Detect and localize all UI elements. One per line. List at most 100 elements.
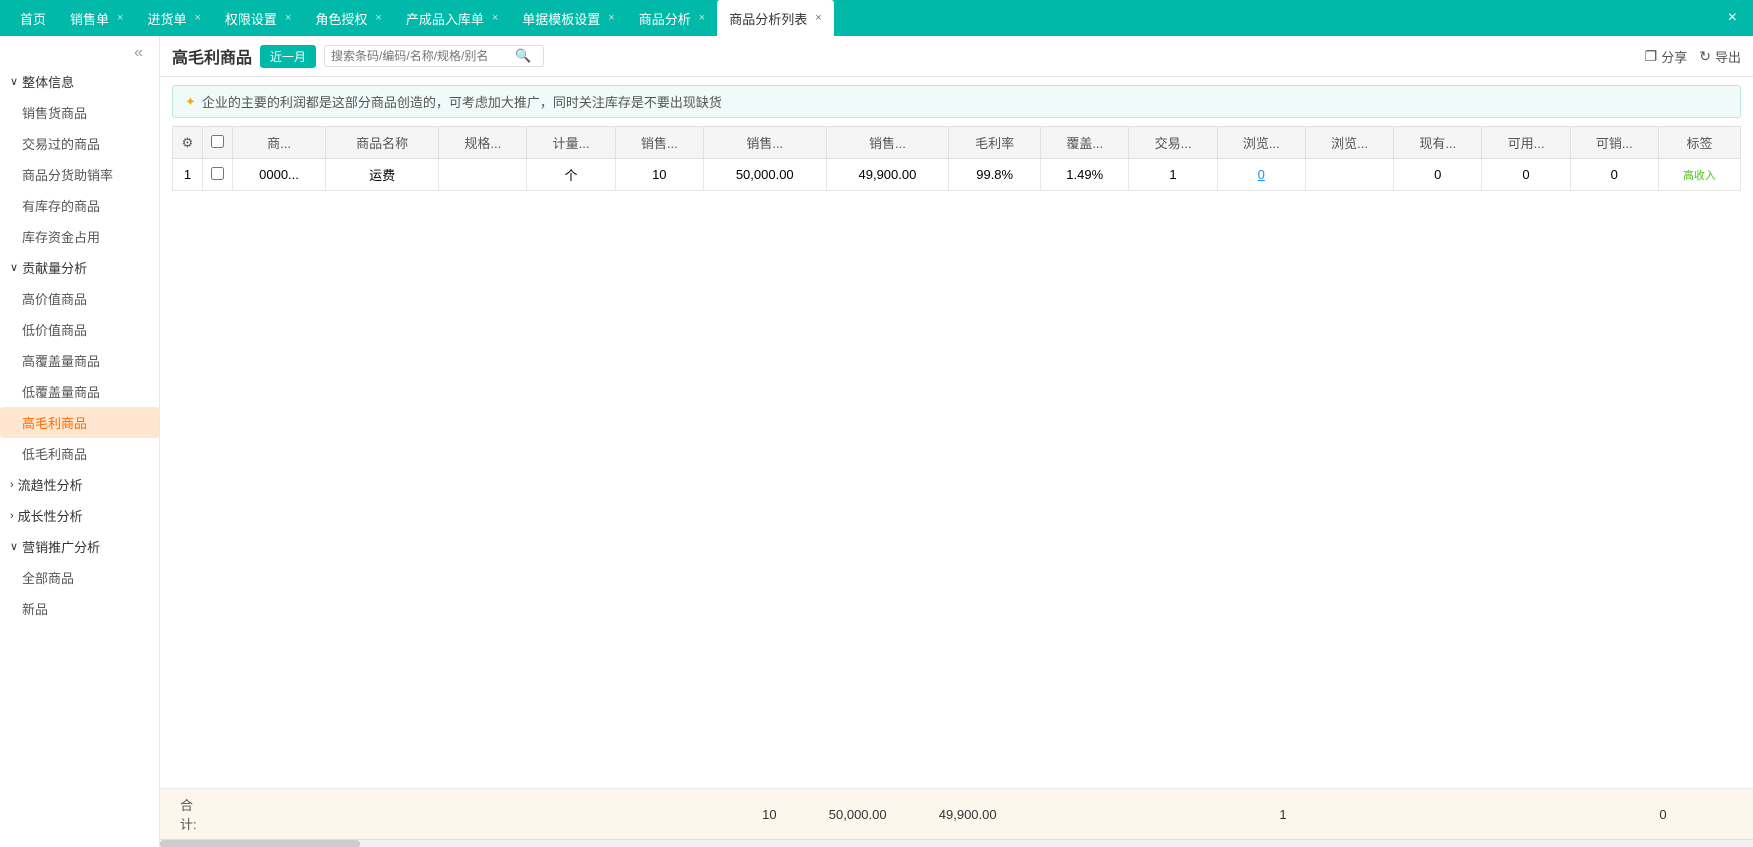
page-title: 高毛利商品 (172, 44, 252, 68)
sidebar-item-stock-capital[interactable]: 库存资金占用 (0, 221, 159, 252)
nav-tab-permission[interactable]: 权限设置 × (213, 0, 303, 36)
col-name: 商品名称 (326, 127, 439, 159)
row-stock-avail: 0 (1482, 159, 1570, 191)
header-actions: ❐ 分享 ↻ 导出 (1645, 47, 1741, 66)
footer-label: 合计: (180, 795, 197, 833)
sidebar-item-sales-rate[interactable]: 商品分货助销率 (0, 159, 159, 190)
sidebar-item-traded-goods[interactable]: 交易过的商品 (0, 128, 159, 159)
row-sales-qty: 10 (615, 159, 703, 191)
top-nav: 首页 销售单 × 进货单 × 权限设置 × 角色授权 × 产成品入库单 × 单据… (0, 0, 1753, 36)
sidebar-item-sales-goods[interactable]: 销售货商品 (0, 97, 159, 128)
row-unit: 个 (527, 159, 615, 191)
share-button[interactable]: ❐ 分享 (1645, 47, 1688, 66)
sidebar-item-low-coverage[interactable]: 低覆盖量商品 (0, 376, 159, 407)
row-sales-amount: 50,000.00 (703, 159, 826, 191)
row-index: 1 (173, 159, 203, 191)
export-button[interactable]: ↻ 导出 (1699, 47, 1741, 66)
scrollbar-thumb[interactable] (160, 840, 360, 847)
search-input[interactable] (331, 49, 511, 63)
chevron-down-icon: ∨ (10, 261, 18, 274)
table-row: 1 0000... 运费 个 10 50,000.00 49,900.00 99… (173, 159, 1741, 191)
sidebar-item-high-value[interactable]: 高价值商品 (0, 283, 159, 314)
col-coverage: 覆盖... (1041, 127, 1129, 159)
col-settings[interactable]: ⚙ (173, 127, 203, 159)
nav-tab-purchase[interactable]: 进货单 × (135, 0, 212, 36)
col-unit: 计量... (527, 127, 615, 159)
horizontal-scrollbar[interactable] (160, 839, 1753, 847)
sidebar-group-trend[interactable]: › 流趋性分析 (0, 469, 159, 500)
col-trade: 交易... (1129, 127, 1217, 159)
row-tag: 高收入 (1658, 159, 1740, 191)
tag-badge: 高收入 (1683, 170, 1716, 182)
data-table: ⚙ 商... 商品名称 规格... 计量... 销售... 销售... 销售..… (172, 126, 1741, 191)
close-icon[interactable]: × (815, 12, 821, 24)
col-stock-now: 现有... (1394, 127, 1482, 159)
row-spec (439, 159, 527, 191)
close-icon[interactable]: × (117, 12, 123, 24)
row-name: 运费 (326, 159, 439, 191)
sidebar-collapse-button[interactable]: « (126, 44, 151, 62)
sidebar-item-high-margin[interactable]: 高毛利商品 (0, 407, 159, 438)
footer-stock-sale: 0 (1697, 807, 1753, 822)
share-icon: ❐ (1645, 48, 1658, 65)
close-icon[interactable]: × (608, 12, 614, 24)
sidebar-item-new-goods[interactable]: 新品 (0, 593, 159, 624)
col-browse2: 浏览... (1305, 127, 1393, 159)
footer-trade: 1 (1207, 807, 1287, 822)
content-area: 高毛利商品 近一月 🔍 ❐ 分享 ↻ 导出 ✦ 企业的主要的利润都是这部分商品创… (160, 36, 1753, 847)
sidebar-item-low-margin[interactable]: 低毛利商品 (0, 438, 159, 469)
nav-tab-template[interactable]: 单据模板设置 × (510, 0, 626, 36)
nav-tab-inbound[interactable]: 产成品入库单 × (394, 0, 510, 36)
nav-tab-role[interactable]: 角色授权 × (303, 0, 393, 36)
row-sales-net: 49,900.00 (826, 159, 949, 191)
close-icon[interactable]: × (194, 12, 200, 24)
chevron-down-icon: ∨ (10, 540, 18, 553)
row-trade: 1 (1129, 159, 1217, 191)
row-code: 0000... (233, 159, 326, 191)
close-icon[interactable]: × (699, 12, 705, 24)
sidebar-item-low-value[interactable]: 低价值商品 (0, 314, 159, 345)
close-all-tabs-button[interactable]: × (1720, 9, 1745, 27)
nav-tab-home[interactable]: 首页 (8, 0, 58, 36)
col-sales-amount: 销售... (703, 127, 826, 159)
col-stock-avail: 可用... (1482, 127, 1570, 159)
main-layout: « ∨ 整体信息 销售货商品 交易过的商品 商品分货助销率 有库存的商品 库存资… (0, 36, 1753, 847)
close-icon[interactable]: × (285, 12, 291, 24)
footer-sales-amount: 50,000.00 (807, 807, 887, 822)
chevron-right-icon: › (10, 510, 14, 522)
sidebar-item-all-goods[interactable]: 全部商品 (0, 562, 159, 593)
sidebar: « ∨ 整体信息 销售货商品 交易过的商品 商品分货助销率 有库存的商品 库存资… (0, 36, 160, 847)
col-spec: 规格... (439, 127, 527, 159)
row-browse1[interactable]: 0 (1217, 159, 1305, 191)
table-header-row: ⚙ 商... 商品名称 规格... 计量... 销售... 销售... 销售..… (173, 127, 1741, 159)
row-checkbox[interactable] (211, 167, 224, 180)
row-browse2 (1305, 159, 1393, 191)
nav-tab-analysis-list[interactable]: 商品分析列表 × (717, 0, 833, 36)
close-icon[interactable]: × (375, 12, 381, 24)
nav-tab-analysis[interactable]: 商品分析 × (627, 0, 717, 36)
period-button[interactable]: 近一月 (260, 45, 316, 68)
select-all-checkbox[interactable] (211, 135, 224, 148)
content-spacer (160, 457, 1753, 788)
footer-stock-avail: 0 (1587, 807, 1667, 822)
col-checkbox[interactable] (203, 127, 233, 159)
info-icon: ✦ (185, 94, 196, 110)
row-checkbox-cell[interactable] (203, 159, 233, 191)
row-stock-sale: 0 (1570, 159, 1658, 191)
sidebar-group-growth[interactable]: › 成长性分析 (0, 500, 159, 531)
sidebar-group-contribution[interactable]: ∨ 贡献量分析 (0, 252, 159, 283)
sidebar-group-overall[interactable]: ∨ 整体信息 (0, 66, 159, 97)
sidebar-item-in-stock[interactable]: 有库存的商品 (0, 190, 159, 221)
col-browse1: 浏览... (1217, 127, 1305, 159)
search-icon[interactable]: 🔍 (515, 48, 531, 64)
footer-sales-net: 49,900.00 (917, 807, 997, 822)
col-sales-net: 销售... (826, 127, 949, 159)
sidebar-group-marketing[interactable]: ∨ 营销推广分析 (0, 531, 159, 562)
col-sales-qty: 销售... (615, 127, 703, 159)
nav-tab-sales[interactable]: 销售单 × (58, 0, 135, 36)
sidebar-item-high-coverage[interactable]: 高覆盖量商品 (0, 345, 159, 376)
row-stock-now: 0 (1394, 159, 1482, 191)
row-gross-rate: 99.8% (949, 159, 1041, 191)
close-icon[interactable]: × (492, 12, 498, 24)
row-coverage: 1.49% (1041, 159, 1129, 191)
